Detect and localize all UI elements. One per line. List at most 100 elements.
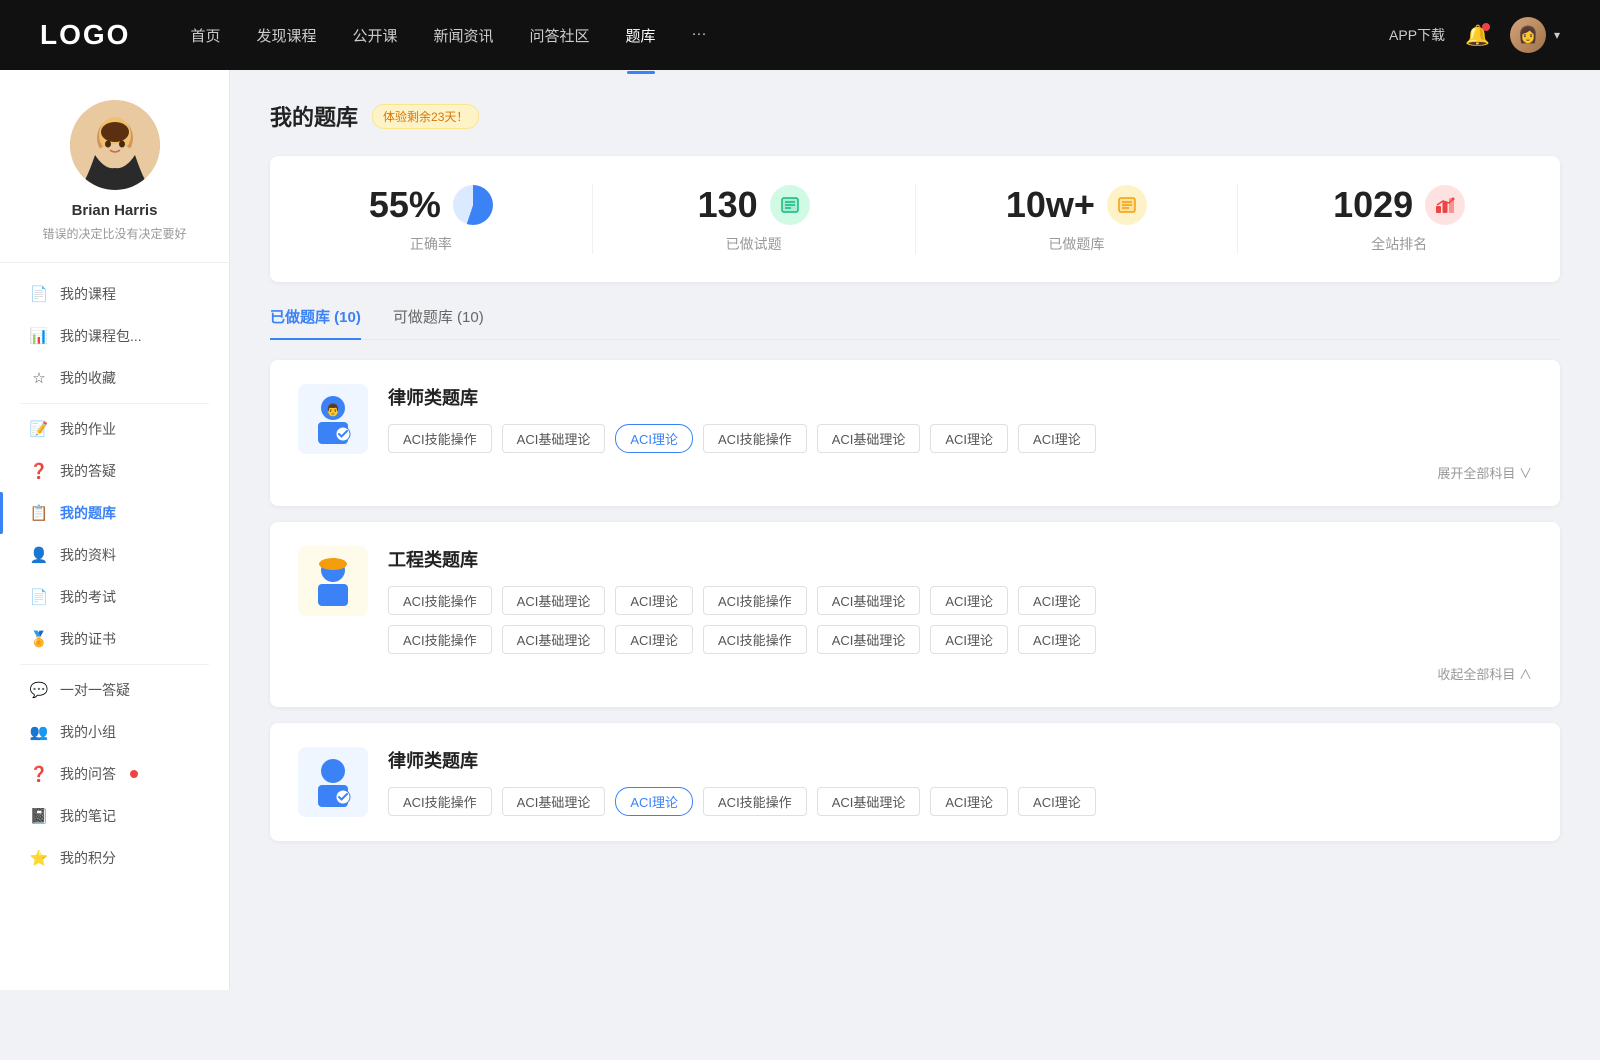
tag-aci-basic-2[interactable]: ACI基础理论 — [817, 424, 921, 453]
sidebar-item-course-package[interactable]: 📊 我的课程包... — [0, 315, 229, 357]
qbank-card-engineer: 工程类题库 ACI技能操作 ACI基础理论 ACI理论 ACI技能操作 ACI基… — [270, 522, 1560, 707]
lawyer2-tag-theory-2[interactable]: ACI理论 — [1018, 787, 1096, 816]
notification-bell[interactable]: 🔔 — [1465, 23, 1490, 48]
qbank-card-lawyer-1: 👨 律师类题库 ACI技能操作 ACI基础理论 ACI理论 ACI技能操作 AC… — [270, 360, 1560, 506]
stat-questions-done: 130 已做试题 — [593, 184, 916, 254]
banks-done-icon — [1107, 185, 1147, 225]
sidebar-item-exam[interactable]: 📄 我的考试 — [0, 576, 229, 618]
sidebar-item-one-on-one[interactable]: 💬 一对一答疑 — [0, 669, 229, 711]
sidebar-divider-2 — [20, 664, 209, 665]
nav-more[interactable]: ··· — [692, 21, 707, 50]
qbank-header-engineer: 工程类题库 ACI技能操作 ACI基础理论 ACI理论 ACI技能操作 ACI基… — [298, 546, 1532, 683]
sidebar-divider-1 — [20, 403, 209, 404]
eng-tag-theory-4[interactable]: ACI理论 — [615, 625, 693, 654]
sidebar-label-group: 我的小组 — [60, 722, 116, 742]
qa-icon: ❓ — [30, 462, 48, 480]
navbar-right: APP下载 🔔 👩 ▾ — [1389, 17, 1560, 53]
qa-badge — [130, 770, 138, 778]
tag-aci-theory-active-1[interactable]: ACI理论 — [615, 424, 693, 453]
navbar-logo: LOGO — [40, 19, 130, 51]
sidebar-item-questionbank[interactable]: 📋 我的题库 — [0, 492, 229, 534]
profile-icon: 👤 — [30, 546, 48, 564]
lawyer2-tag-skill-1[interactable]: ACI技能操作 — [388, 787, 492, 816]
eng-tag-skill-1[interactable]: ACI技能操作 — [388, 586, 492, 615]
sidebar-item-my-qa[interactable]: ❓ 我的问答 — [0, 753, 229, 795]
expand-lawyer-1[interactable]: 展开全部科目 ∨ — [388, 463, 1532, 482]
eng-tag-basic-2[interactable]: ACI基础理论 — [817, 586, 921, 615]
eng-tag-theory-3[interactable]: ACI理论 — [1018, 586, 1096, 615]
qbank-tags-lawyer-1: ACI技能操作 ACI基础理论 ACI理论 ACI技能操作 ACI基础理论 AC… — [388, 424, 1532, 453]
eng-tag-skill-2[interactable]: ACI技能操作 — [703, 586, 807, 615]
eng-tag-skill-4[interactable]: ACI技能操作 — [703, 625, 807, 654]
eng-tag-skill-3[interactable]: ACI技能操作 — [388, 625, 492, 654]
sidebar-label-homework: 我的作业 — [60, 419, 116, 439]
stat-banks-done-label: 已做题库 — [1048, 234, 1104, 254]
sidebar-label-profile: 我的资料 — [60, 545, 116, 565]
qbank-icon-lawyer-1: 👨 — [298, 384, 368, 454]
eng-tag-theory-6[interactable]: ACI理论 — [1018, 625, 1096, 654]
questions-done-icon — [770, 185, 810, 225]
sidebar-label-my-qa: 我的问答 — [60, 764, 116, 784]
course-icon: 📄 — [30, 285, 48, 303]
sidebar-label-questionbank: 我的题库 — [60, 503, 116, 523]
app-download-button[interactable]: APP下载 — [1389, 25, 1445, 45]
svg-text:👨: 👨 — [326, 403, 341, 417]
nav-open-course[interactable]: 公开课 — [352, 21, 397, 50]
sidebar-item-favorites[interactable]: ☆ 我的收藏 — [0, 357, 229, 399]
sidebar-item-my-course[interactable]: 📄 我的课程 — [0, 273, 229, 315]
navbar-menu: 首页 发现课程 公开课 新闻资讯 问答社区 题库 ··· — [190, 21, 1389, 50]
sidebar: Brian Harris 错误的决定比没有决定要好 📄 我的课程 📊 我的课程包… — [0, 70, 230, 990]
sidebar-item-profile[interactable]: 👤 我的资料 — [0, 534, 229, 576]
nav-questionbank[interactable]: 题库 — [626, 21, 656, 50]
nav-qa[interactable]: 问答社区 — [530, 21, 590, 50]
sidebar-label-certificate: 我的证书 — [60, 629, 116, 649]
avatar-image: 👩 — [1510, 17, 1546, 53]
nav-home[interactable]: 首页 — [190, 21, 220, 50]
eng-tag-theory-1[interactable]: ACI理论 — [615, 586, 693, 615]
ranking-icon — [1425, 185, 1465, 225]
stat-ranking-value: 1029 — [1333, 184, 1413, 226]
qbank-content-lawyer-1: 律师类题库 ACI技能操作 ACI基础理论 ACI理论 ACI技能操作 ACI基… — [388, 384, 1532, 482]
stat-banks-done: 10w+ 已做题库 — [916, 184, 1239, 254]
qbank-tags-lawyer-2: ACI技能操作 ACI基础理论 ACI理论 ACI技能操作 ACI基础理论 AC… — [388, 787, 1532, 816]
tab-done-banks[interactable]: 已做题库 (10) — [270, 306, 361, 339]
eng-tag-basic-4[interactable]: ACI基础理论 — [817, 625, 921, 654]
lawyer2-tag-theory-active[interactable]: ACI理论 — [615, 787, 693, 816]
sidebar-item-points[interactable]: ⭐ 我的积分 — [0, 837, 229, 879]
sidebar-item-notes[interactable]: 📓 我的笔记 — [0, 795, 229, 837]
tab-available-banks[interactable]: 可做题库 (10) — [393, 306, 484, 339]
sidebar-item-qa-help[interactable]: ❓ 我的答疑 — [0, 450, 229, 492]
stat-banks-done-value: 10w+ — [1006, 184, 1095, 226]
collapse-engineer[interactable]: 收起全部科目 ∧ — [388, 664, 1532, 683]
qbank-content-lawyer-2: 律师类题库 ACI技能操作 ACI基础理论 ACI理论 ACI技能操作 ACI基… — [388, 747, 1532, 816]
lawyer2-tag-basic-1[interactable]: ACI基础理论 — [502, 787, 606, 816]
tag-aci-basic-1[interactable]: ACI基础理论 — [502, 424, 606, 453]
lawyer2-tag-basic-2[interactable]: ACI基础理论 — [817, 787, 921, 816]
eng-tag-theory-5[interactable]: ACI理论 — [930, 625, 1008, 654]
tag-aci-theory-2[interactable]: ACI理论 — [1018, 424, 1096, 453]
qbank-card-lawyer-2: 律师类题库 ACI技能操作 ACI基础理论 ACI理论 ACI技能操作 ACI基… — [270, 723, 1560, 841]
qbank-icon-engineer — [298, 546, 368, 616]
qbank-title-engineer: 工程类题库 — [388, 546, 1532, 572]
user-avatar-menu[interactable]: 👩 ▾ — [1510, 17, 1560, 53]
accuracy-pie-chart — [453, 185, 493, 225]
stat-ranking-label: 全站排名 — [1371, 234, 1427, 254]
navbar-avatar: 👩 — [1510, 17, 1546, 53]
tag-aci-skill-1[interactable]: ACI技能操作 — [388, 424, 492, 453]
qbank-title-lawyer-2: 律师类题库 — [388, 747, 1532, 773]
page-title: 我的题库 — [270, 100, 358, 132]
tag-aci-theory-1[interactable]: ACI理论 — [930, 424, 1008, 453]
lawyer2-tag-skill-2[interactable]: ACI技能操作 — [703, 787, 807, 816]
eng-tag-basic-1[interactable]: ACI基础理论 — [502, 586, 606, 615]
sidebar-item-group[interactable]: 👥 我的小组 — [0, 711, 229, 753]
star-icon: ☆ — [30, 369, 48, 387]
lawyer2-tag-theory-1[interactable]: ACI理论 — [930, 787, 1008, 816]
nav-discover[interactable]: 发现课程 — [256, 21, 316, 50]
stat-accuracy-label: 正确率 — [410, 234, 452, 254]
eng-tag-basic-3[interactable]: ACI基础理论 — [502, 625, 606, 654]
nav-news[interactable]: 新闻资讯 — [434, 21, 494, 50]
sidebar-item-certificate[interactable]: 🏅 我的证书 — [0, 618, 229, 660]
sidebar-item-homework[interactable]: 📝 我的作业 — [0, 408, 229, 450]
tag-aci-skill-2[interactable]: ACI技能操作 — [703, 424, 807, 453]
eng-tag-theory-2[interactable]: ACI理论 — [930, 586, 1008, 615]
